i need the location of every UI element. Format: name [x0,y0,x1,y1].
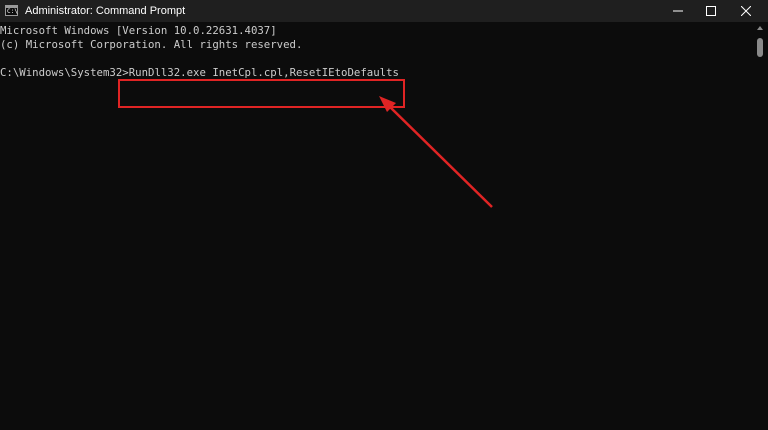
annotation-arrow [379,96,493,208]
